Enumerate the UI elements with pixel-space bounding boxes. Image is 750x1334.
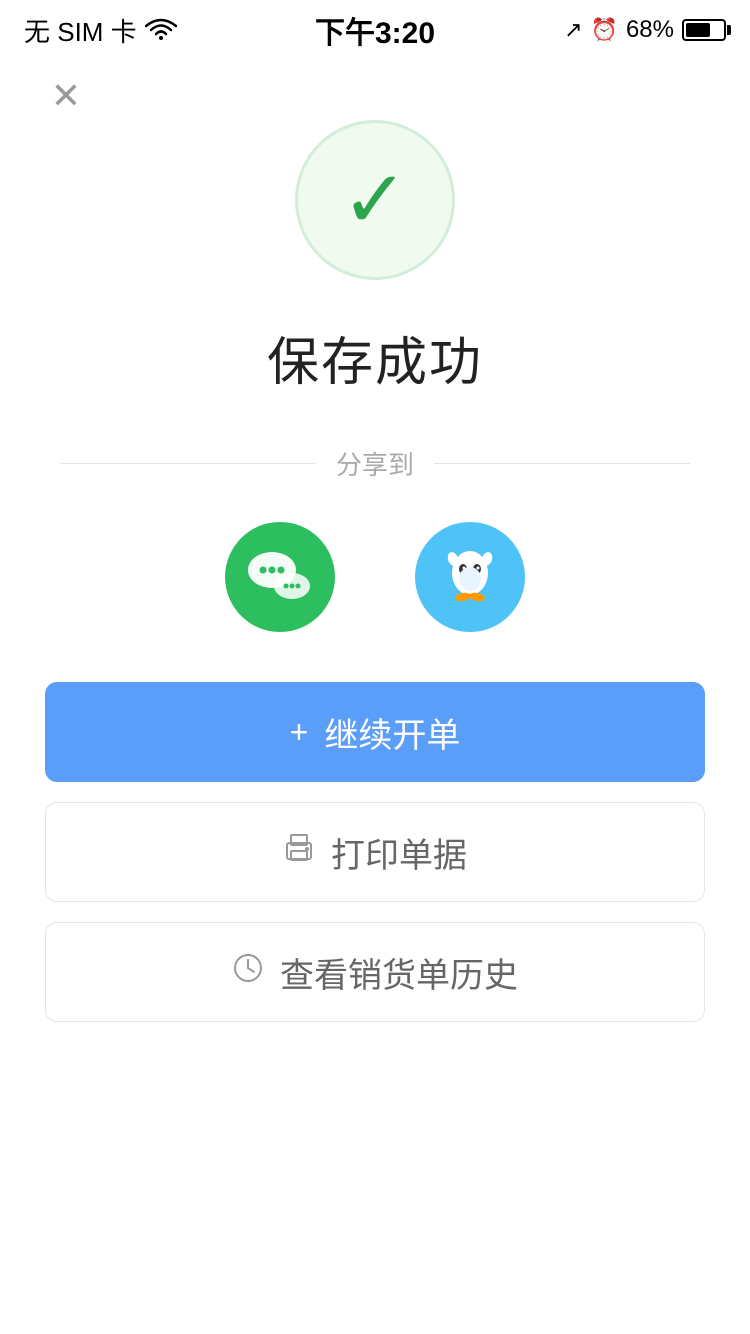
wifi-icon [145,18,177,42]
continue-button[interactable]: + 继续开单 [45,682,705,782]
share-divider: 分享到 [0,445,750,482]
history-label: 查看销货单历史 [280,948,518,997]
wechat-share-button[interactable] [225,522,335,632]
battery-pct: 68% [626,16,674,44]
carrier-text: 无 SIM 卡 [24,12,137,49]
continue-label: 继续开单 [324,708,460,757]
close-button[interactable]: ✕ [40,70,92,122]
share-icons [0,522,750,632]
status-time: 下午3:20 [315,8,435,52]
status-bar: 无 SIM 卡 下午3:20 ↗ ⏰ 68% [0,0,750,60]
buttons-section: + 继续开单 打印单据 [45,682,705,1022]
share-label: 分享到 [316,445,434,482]
main-content: ✓ 保存成功 分享到 [0,60,750,1022]
close-icon: ✕ [51,78,81,114]
alarm-icon: ⏰ [591,17,618,43]
print-label: 打印单据 [331,828,467,877]
plus-icon: + [290,714,309,751]
location-icon: ↗ [564,17,582,43]
history-button[interactable]: 查看销货单历史 [45,922,705,1022]
battery-icon [682,19,726,41]
qq-icon [441,543,499,611]
status-left: 无 SIM 卡 [24,12,177,49]
success-title: 保存成功 [267,320,483,395]
share-section: 分享到 [0,445,750,632]
print-icon [283,833,315,872]
wechat-icon [246,548,314,606]
success-circle: ✓ [295,120,455,280]
qq-share-button[interactable] [415,522,525,632]
print-button[interactable]: 打印单据 [45,802,705,902]
checkmark-icon: ✓ [341,160,408,240]
status-right: ↗ ⏰ 68% [564,16,726,44]
clock-icon [232,952,264,992]
